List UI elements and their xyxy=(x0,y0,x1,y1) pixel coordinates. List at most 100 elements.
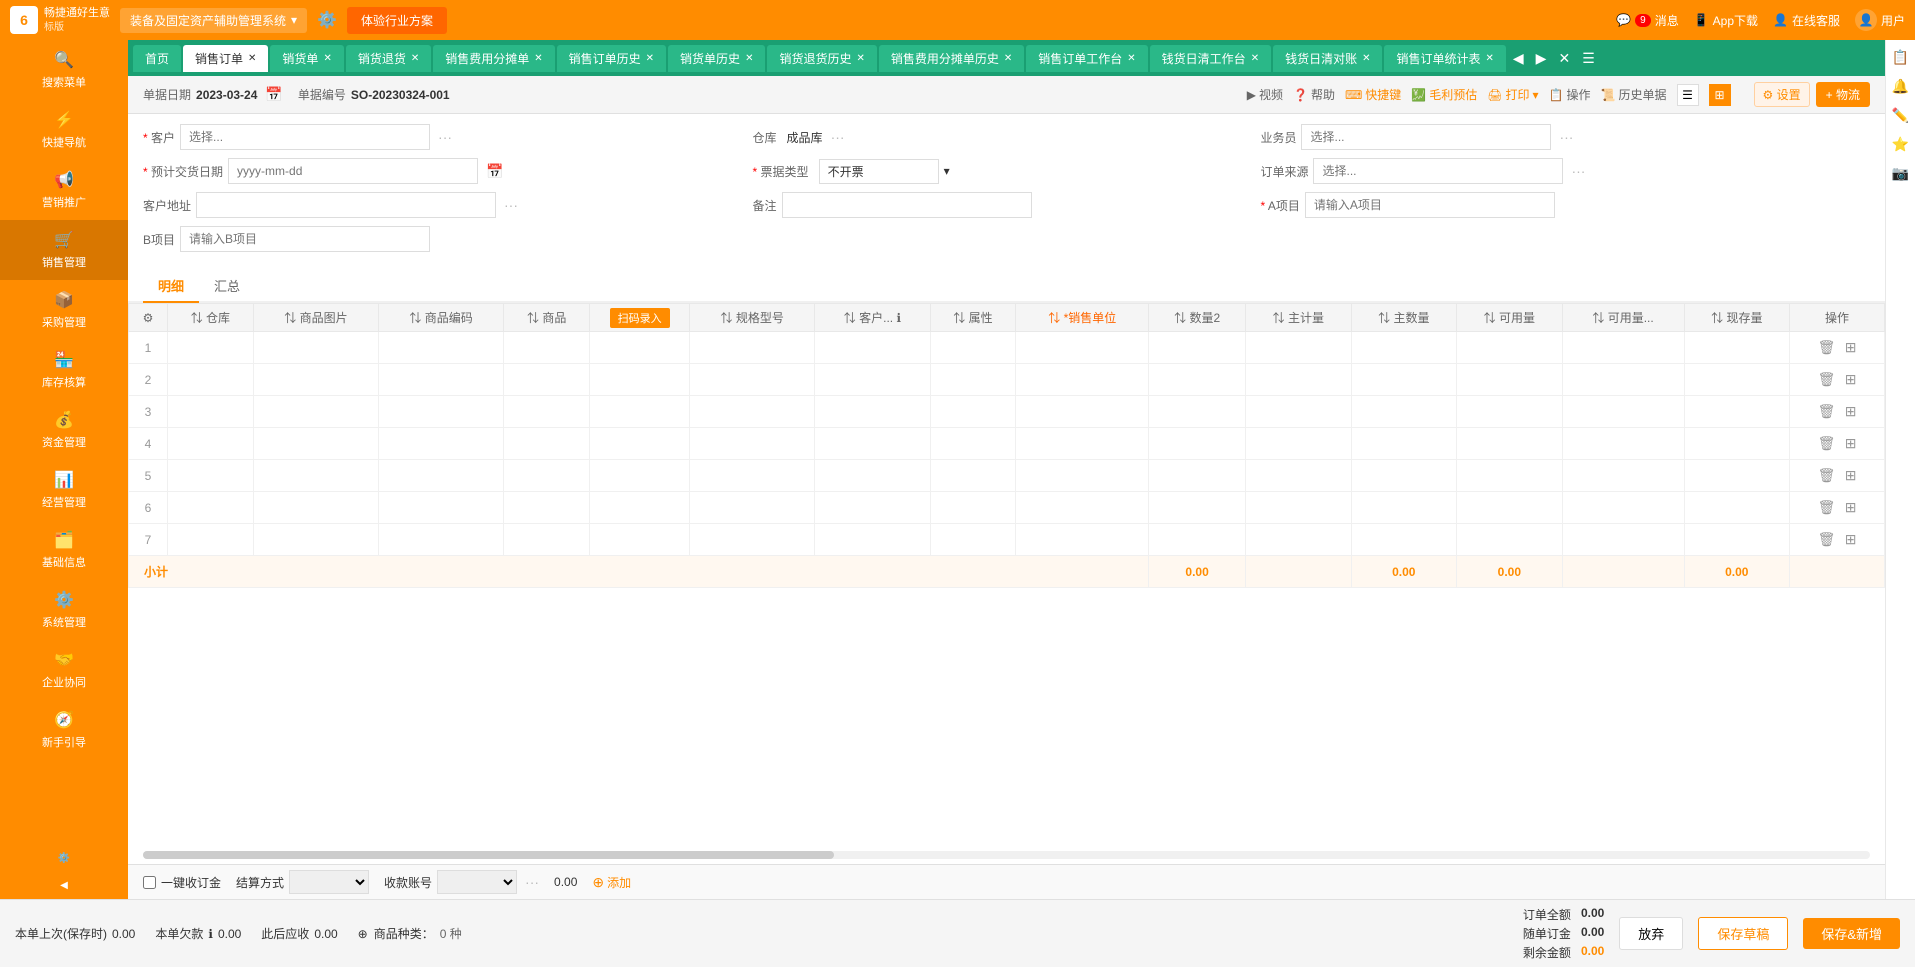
col-settings[interactable]: ⚙ xyxy=(129,304,168,332)
save-draft-button[interactable]: 保存草稿 xyxy=(1698,917,1788,950)
row-product-6[interactable] xyxy=(504,492,590,524)
row-unit-2[interactable] xyxy=(1016,364,1149,396)
tab-sales-order[interactable]: 销售订单 ✕ xyxy=(183,45,268,72)
row-code-6[interactable] xyxy=(379,492,504,524)
row-code-1[interactable] xyxy=(379,332,504,364)
col-main-qty[interactable]: ⇅ 主数量 xyxy=(1351,304,1457,332)
sidebar-item-sales[interactable]: 🛒 销售管理 xyxy=(0,220,128,280)
row-product-3[interactable] xyxy=(504,396,590,428)
row-mainqty-5[interactable] xyxy=(1351,460,1457,492)
sidebar-item-quicknav[interactable]: ⚡ 快捷导航 xyxy=(0,100,128,160)
row-custcode-5[interactable] xyxy=(815,460,930,492)
row-custcode-1[interactable] xyxy=(815,332,930,364)
delete-row-4-btn[interactable]: 🗑 xyxy=(1815,435,1839,452)
row-custcode-6[interactable] xyxy=(815,492,930,524)
help-btn[interactable]: ❓ 帮助 xyxy=(1293,86,1335,103)
copy-row-1-btn[interactable]: ⊞ xyxy=(1842,339,1860,356)
account-more-btn[interactable]: ··· xyxy=(525,874,539,890)
row-warehouse-6[interactable] xyxy=(167,492,253,524)
row-product-4[interactable] xyxy=(504,428,590,460)
row-attr-2[interactable] xyxy=(930,364,1016,396)
tab-home[interactable]: 首页 xyxy=(133,45,181,72)
row-spec-2[interactable] xyxy=(690,364,815,396)
address-more-btn[interactable]: ··· xyxy=(504,197,518,213)
copy-row-6-btn[interactable]: ⊞ xyxy=(1842,499,1860,516)
row-product-5[interactable] xyxy=(504,460,590,492)
tab-cash-workbench[interactable]: 钱货日清工作台 ✕ xyxy=(1150,45,1271,72)
row-code-5[interactable] xyxy=(379,460,504,492)
row-spec-7[interactable] xyxy=(690,524,815,556)
a-project-input[interactable] xyxy=(1305,192,1555,218)
customer-address-input[interactable] xyxy=(196,192,496,218)
right-icon-4[interactable]: ⭐ xyxy=(1889,132,1913,156)
add-item-btn[interactable]: ⊕ 添加 xyxy=(592,874,631,891)
row-mainqty-7[interactable] xyxy=(1351,524,1457,556)
col-spec[interactable]: ⇅ 规格型号 xyxy=(690,304,815,332)
sidebar-item-search[interactable]: 🔍 搜索菜单 xyxy=(0,40,128,100)
row-code-2[interactable] xyxy=(379,364,504,396)
col-warehouse[interactable]: ⇅ 仓库 xyxy=(167,304,253,332)
message-btn[interactable]: 💬 9 消息 xyxy=(1616,12,1679,29)
col-unit[interactable]: ⇅ *销售单位 xyxy=(1016,304,1149,332)
shortcut-btn[interactable]: ⌨ 快捷键 xyxy=(1345,86,1401,103)
tab-next-btn[interactable]: ▶ xyxy=(1531,48,1552,69)
copy-row-7-btn[interactable]: ⊞ xyxy=(1842,531,1860,548)
sidebar-item-operations[interactable]: 📊 经营管理 xyxy=(0,460,128,520)
row-mainqty-3[interactable] xyxy=(1351,396,1457,428)
row-qty2-5[interactable] xyxy=(1149,460,1246,492)
tab-fee-history[interactable]: 销售费用分摊单历史 ✕ xyxy=(879,45,1024,72)
row-mainunit-6[interactable] xyxy=(1246,492,1352,524)
list-view-btn[interactable]: ☰ xyxy=(1677,84,1699,106)
tab-sales-refund[interactable]: 销货退货 ✕ xyxy=(346,45,431,72)
one-click-checkbox[interactable] xyxy=(143,876,156,889)
right-icon-5[interactable]: 📷 xyxy=(1889,161,1913,185)
warehouse-more-btn[interactable]: ··· xyxy=(831,129,845,145)
right-icon-3[interactable]: ✏️ xyxy=(1889,103,1913,127)
col-image[interactable]: ⇅ 商品图片 xyxy=(253,304,378,332)
row-mainqty-1[interactable] xyxy=(1351,332,1457,364)
col-customer-code[interactable]: ⇅ 客户... ℹ xyxy=(815,304,930,332)
col-quantity2[interactable]: ⇅ 数量2 xyxy=(1149,304,1246,332)
history-btn[interactable]: 📜 历史单据 xyxy=(1601,86,1667,103)
row-product-2[interactable] xyxy=(504,364,590,396)
row-warehouse-3[interactable] xyxy=(167,396,253,428)
delete-row-2-btn[interactable]: 🗑 xyxy=(1815,371,1839,388)
row-unit-3[interactable] xyxy=(1016,396,1149,428)
row-qty2-6[interactable] xyxy=(1149,492,1246,524)
payment-method-select[interactable] xyxy=(289,870,369,894)
row-unit-1[interactable] xyxy=(1016,332,1149,364)
sidebar-item-inventory[interactable]: 🏪 库存核算 xyxy=(0,340,128,400)
solution-button[interactable]: 体验行业方案 xyxy=(347,7,447,34)
right-icon-1[interactable]: 📋 xyxy=(1889,45,1913,69)
tab-order-history[interactable]: 销售订单历史 ✕ xyxy=(557,45,666,72)
save-new-button[interactable]: 保存&新增 xyxy=(1803,918,1900,949)
operation-btn[interactable]: 📋 操作 xyxy=(1549,86,1591,103)
row-custcode-2[interactable] xyxy=(815,364,930,396)
tab-close-order-workbench[interactable]: ✕ xyxy=(1127,53,1135,64)
row-warehouse-5[interactable] xyxy=(167,460,253,492)
row-attr-1[interactable] xyxy=(930,332,1016,364)
order-source-input[interactable] xyxy=(1313,158,1563,184)
col-product[interactable]: ⇅ 商品 xyxy=(504,304,590,332)
col-main-unit[interactable]: ⇅ 主计量 xyxy=(1246,304,1352,332)
tab-detail[interactable]: 明细 xyxy=(143,270,199,303)
order-source-more-btn[interactable]: ··· xyxy=(1571,163,1585,179)
row-mainqty-4[interactable] xyxy=(1351,428,1457,460)
right-icon-2[interactable]: 🔔 xyxy=(1889,74,1913,98)
account-select[interactable] xyxy=(437,870,517,894)
col-available2[interactable]: ⇅ 可用量... xyxy=(1562,304,1684,332)
col-scan[interactable]: 扫码录入 xyxy=(590,304,690,332)
tab-close-sales-order[interactable]: ✕ xyxy=(248,53,256,64)
tab-close-refund-history[interactable]: ✕ xyxy=(856,53,864,64)
row-unit-4[interactable] xyxy=(1016,428,1149,460)
tab-close-order-history[interactable]: ✕ xyxy=(646,53,654,64)
row-code-7[interactable] xyxy=(379,524,504,556)
row-code-4[interactable] xyxy=(379,428,504,460)
notes-input[interactable] xyxy=(782,192,1032,218)
row-spec-1[interactable] xyxy=(690,332,815,364)
tab-return-history[interactable]: 销货单历史 ✕ xyxy=(668,45,765,72)
one-click-label[interactable]: 一键收订金 xyxy=(143,874,221,891)
system-name[interactable]: 装备及固定资产辅助管理系统 ▾ xyxy=(120,8,307,33)
tab-summary[interactable]: 汇总 xyxy=(199,270,255,303)
settings-button[interactable]: ⚙ 设置 xyxy=(1754,82,1810,107)
